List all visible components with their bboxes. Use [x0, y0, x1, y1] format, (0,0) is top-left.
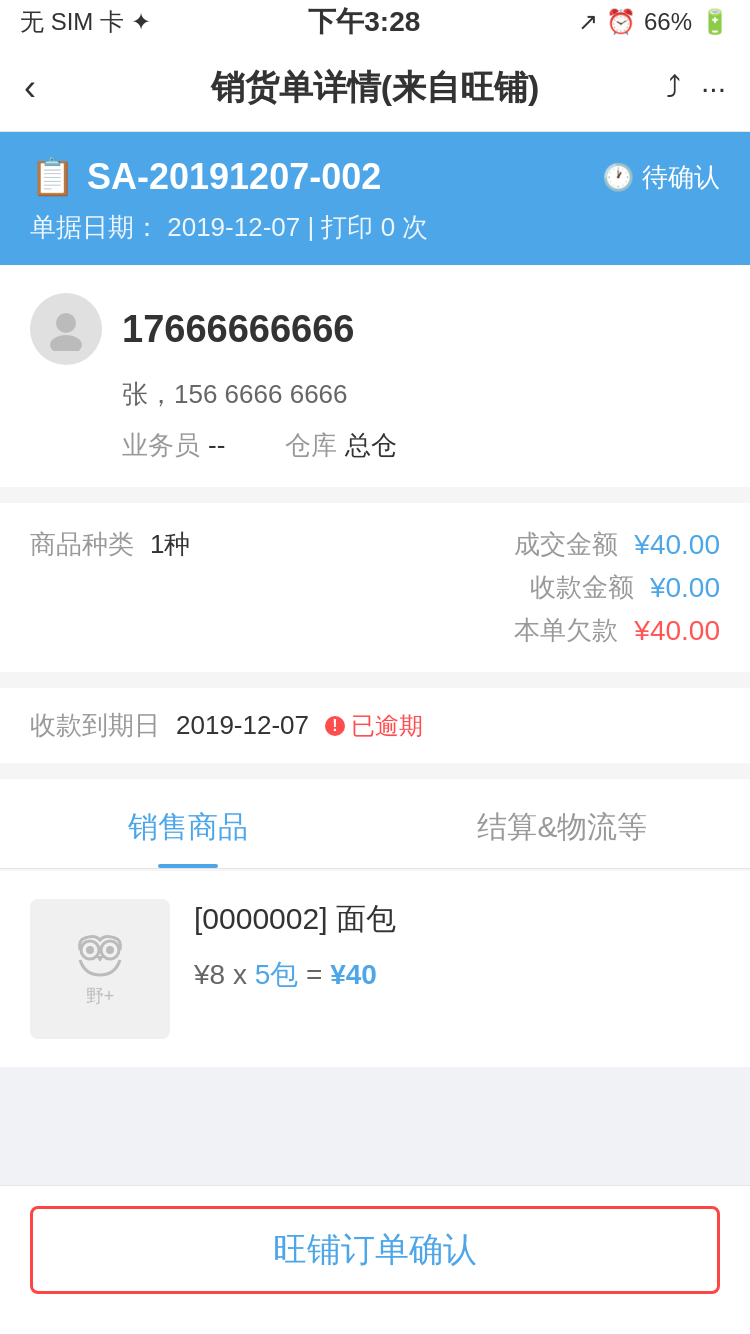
product-name-text: 面包 [336, 902, 396, 935]
svg-point-1 [50, 335, 82, 351]
order-header: 📋 SA-20191207-002 🕐 待确认 单据日期： 2019-12-07… [0, 132, 750, 265]
status-clock-icon: 🕐 [602, 162, 634, 193]
overdue-badge: ! 已逾期 [325, 710, 423, 742]
date-value: 2019-12-07 [167, 212, 300, 242]
type-value: 1种 [150, 527, 190, 562]
payment-value: ¥0.00 [650, 572, 720, 604]
sales-meta: 业务员 -- [122, 428, 225, 463]
payment-row: 收款金额 ¥0.00 [530, 570, 720, 605]
more-icon[interactable]: ··· [701, 71, 726, 105]
alarm-icon: ⏰ [606, 8, 636, 36]
status-left: 无 SIM 卡 ✦ [20, 6, 151, 38]
product-code: [0000002] [194, 902, 327, 935]
product-section: 野+ [0000002] 面包 ¥8 x 5包 = ¥40 [0, 871, 750, 1067]
overdue-icon: ! [325, 716, 345, 736]
order-icon: 📋 [30, 156, 75, 198]
price-separator: = [306, 959, 330, 990]
debt-label: 本单欠款 [514, 613, 618, 648]
order-id-row: 📋 SA-20191207-002 🕐 待确认 [30, 156, 720, 198]
sales-label: 业务员 [122, 428, 200, 463]
battery-icon: 🔋 [700, 8, 730, 36]
stats-left: 商品种类 1种 [30, 527, 514, 562]
share-icon[interactable]: ⤴ [666, 71, 681, 105]
product-name: [0000002] 面包 [194, 899, 720, 940]
status-text: 待确认 [642, 160, 720, 195]
page-title: 销货单详情(来自旺铺) [84, 65, 666, 111]
location-icon: ↗ [578, 8, 598, 36]
tab-sales[interactable]: 销售商品 [0, 779, 375, 868]
debt-row: 本单欠款 ¥40.00 [514, 613, 720, 648]
stats-right: 成交金额 ¥40.00 收款金额 ¥0.00 本单欠款 ¥40.00 [514, 527, 720, 648]
duedate-value: 2019-12-07 [176, 710, 309, 741]
tabs-section: 销售商品 结算&物流等 [0, 779, 750, 869]
status-time: 下午3:28 [308, 3, 420, 41]
warehouse-label: 仓库 [285, 428, 337, 463]
svg-point-5 [106, 946, 114, 954]
payment-label: 收款金额 [530, 570, 634, 605]
type-label: 商品种类 [30, 527, 134, 562]
duedate-label: 收款到期日 [30, 708, 160, 743]
back-button[interactable]: ‹ [24, 67, 84, 109]
tab-settlement[interactable]: 结算&物流等 [375, 779, 750, 868]
product-item: 野+ [0000002] 面包 ¥8 x 5包 = ¥40 [0, 871, 750, 1067]
product-image: 野+ [30, 899, 170, 1039]
stats-section: 商品种类 1种 成交金额 ¥40.00 收款金额 ¥0.00 本单欠款 ¥40.… [0, 503, 750, 672]
product-price: ¥8 x 5包 = ¥40 [194, 956, 720, 994]
status-bar: 无 SIM 卡 ✦ 下午3:28 ↗ ⏰ 66% 🔋 [0, 0, 750, 44]
price-label: ¥8 x [194, 959, 255, 990]
tabs-row: 销售商品 结算&物流等 [0, 779, 750, 869]
product-image-label: 野+ [86, 984, 115, 1008]
product-details: [0000002] 面包 ¥8 x 5包 = ¥40 [194, 899, 720, 994]
amount-row: 成交金额 ¥40.00 [514, 527, 720, 562]
svg-point-0 [56, 313, 76, 333]
order-date: 单据日期： 2019-12-07 | 打印 0 次 [30, 210, 720, 245]
customer-info: 张，156 6666 6666 [30, 377, 720, 412]
customer-phone: 17666666666 [122, 308, 354, 351]
warehouse-meta: 仓库 总仓 [285, 428, 397, 463]
status-right: ↗ ⏰ 66% 🔋 [578, 8, 730, 36]
sim-indicator: 无 SIM 卡 ✦ [20, 6, 151, 38]
owl-logo: 野+ [70, 930, 130, 1008]
confirm-order-button[interactable]: 旺铺订单确认 [30, 1206, 720, 1294]
order-id: 📋 SA-20191207-002 [30, 156, 381, 198]
svg-point-4 [86, 946, 94, 954]
customer-section: 17666666666 张，156 6666 6666 业务员 -- 仓库 总仓 [0, 265, 750, 487]
nav-bar: ‹ 销货单详情(来自旺铺) ⤴ ··· [0, 44, 750, 132]
order-id-text: SA-20191207-002 [87, 156, 381, 198]
nav-actions: ⤴ ··· [666, 71, 726, 105]
bottom-area: 旺铺订单确认 [0, 1185, 750, 1334]
debt-value: ¥40.00 [634, 615, 720, 647]
product-total: ¥40 [330, 959, 377, 990]
amount-label: 成交金额 [514, 527, 618, 562]
sales-value: -- [208, 430, 225, 461]
avatar [30, 293, 102, 365]
date-label: 单据日期： [30, 212, 160, 242]
battery-level: 66% [644, 8, 692, 36]
print-info: | 打印 0 次 [307, 212, 428, 242]
amount-value: ¥40.00 [634, 529, 720, 561]
customer-top: 17666666666 [30, 293, 720, 365]
overdue-text: 已逾期 [351, 710, 423, 742]
product-qty: 5包 [255, 959, 299, 990]
customer-meta: 业务员 -- 仓库 总仓 [30, 428, 720, 463]
order-status: 🕐 待确认 [602, 160, 720, 195]
warehouse-value: 总仓 [345, 428, 397, 463]
duedate-section: 收款到期日 2019-12-07 ! 已逾期 [0, 688, 750, 763]
